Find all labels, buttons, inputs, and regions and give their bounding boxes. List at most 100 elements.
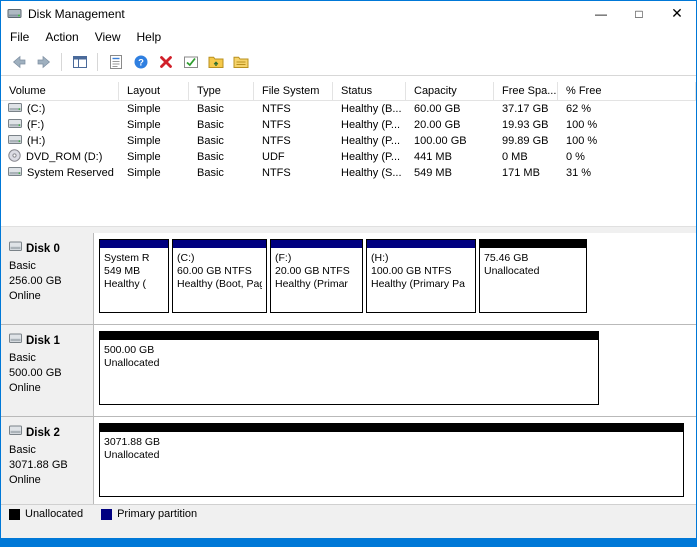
disk-type: Basic <box>9 259 87 274</box>
partition-label: (H:) <box>371 252 471 265</box>
partition-status: Healthy (Primar <box>275 278 358 291</box>
volume-free-space: 37.17 GB <box>494 103 558 115</box>
partition-system-reserved[interactable]: System R 549 MB Healthy ( <box>99 239 169 313</box>
forward-icon[interactable] <box>32 51 55 73</box>
volume-type: Basic <box>189 151 254 163</box>
column-header-status[interactable]: Status <box>333 82 406 100</box>
volume-file-system: UDF <box>254 151 333 163</box>
volume-row-system-reserved[interactable]: System Reserved Simple Basic NTFS Health… <box>1 165 696 181</box>
window-bottom-border <box>1 538 696 546</box>
legend-label: Primary partition <box>117 508 197 520</box>
menu-action[interactable]: Action <box>37 27 86 47</box>
partition-size: 75.46 GB <box>484 252 582 265</box>
volume-type: Basic <box>189 167 254 179</box>
volume-row-h[interactable]: (H:) Simple Basic NTFS Healthy (P... 100… <box>1 133 696 149</box>
disk-size: 256.00 GB <box>9 274 87 289</box>
svg-text:?: ? <box>138 57 144 68</box>
column-header-file-system[interactable]: File System <box>254 82 333 100</box>
partition-status: Unallocated <box>104 449 679 462</box>
minimize-button[interactable]: — <box>582 1 620 26</box>
legend-label: Unallocated <box>25 508 83 520</box>
console-tree-icon[interactable] <box>68 51 91 73</box>
volume-row-f[interactable]: (F:) Simple Basic NTFS Healthy (P... 20.… <box>1 117 696 133</box>
view-icon[interactable] <box>229 51 252 73</box>
disk-2-graph: 3071.88 GB Unallocated <box>94 417 696 504</box>
volume-free-space: 0 MB <box>494 151 558 163</box>
disk-status: Online <box>9 381 87 396</box>
partition-size: 500.00 GB <box>104 344 594 357</box>
disk-0-graph: System R 549 MB Healthy ( (C:) 60.00 GB … <box>94 233 696 324</box>
volume-file-system: NTFS <box>254 103 333 115</box>
volume-pct-free: 100 % <box>558 119 696 131</box>
toolbar-separator <box>61 53 62 71</box>
volume-list-header: Volume Layout Type File System Status Ca… <box>1 82 696 101</box>
column-header-free-space[interactable]: Free Spa... <box>494 82 558 100</box>
partition-band <box>480 240 586 249</box>
close-button[interactable]: ✕ <box>658 1 696 26</box>
drive-icon <box>8 134 22 148</box>
volume-free-space: 19.93 GB <box>494 119 558 131</box>
disk-2-info[interactable]: Disk 2 Basic 3071.88 GB Online <box>1 417 94 504</box>
disk-2-row: Disk 2 Basic 3071.88 GB Online 3071.88 G… <box>1 417 696 504</box>
partition-band <box>100 240 168 249</box>
unallocated-swatch <box>9 509 20 520</box>
column-header-volume[interactable]: Volume <box>1 82 119 100</box>
partition-size: 60.00 GB NTFS <box>177 265 262 278</box>
disk-1-info[interactable]: Disk 1 Basic 500.00 GB Online <box>1 325 94 416</box>
partition-status: Healthy (Primary Pa <box>371 278 471 291</box>
volume-status: Healthy (P... <box>333 135 406 147</box>
volume-row-c[interactable]: (C:) Simple Basic NTFS Healthy (B... 60.… <box>1 101 696 117</box>
column-header-layout[interactable]: Layout <box>119 82 189 100</box>
volume-pct-free: 0 % <box>558 151 696 163</box>
disk-status: Online <box>9 289 87 304</box>
help-icon[interactable]: ? <box>129 51 152 73</box>
disk-icon <box>9 425 22 441</box>
mark-partition-icon[interactable] <box>179 51 202 73</box>
partition-band <box>367 240 475 249</box>
partition-size: 20.00 GB NTFS <box>275 265 358 278</box>
disk-name: Disk 2 <box>26 426 60 441</box>
column-header-type[interactable]: Type <box>189 82 254 100</box>
volume-pct-free: 62 % <box>558 103 696 115</box>
disk-0-info[interactable]: Disk 0 Basic 256.00 GB Online <box>1 233 94 324</box>
volume-capacity: 60.00 GB <box>406 103 494 115</box>
volume-name: (F:) <box>27 119 44 131</box>
partition-unallocated[interactable]: 500.00 GB Unallocated <box>99 331 599 405</box>
delete-volume-icon[interactable] <box>154 51 177 73</box>
menu-file[interactable]: File <box>1 27 37 47</box>
volume-name: (H:) <box>27 135 45 147</box>
volume-capacity: 100.00 GB <box>406 135 494 147</box>
app-icon <box>7 6 22 21</box>
partition-status: Unallocated <box>484 265 582 278</box>
volume-status: Healthy (B... <box>333 103 406 115</box>
disk-name: Disk 0 <box>26 242 60 257</box>
properties-icon[interactable] <box>104 51 127 73</box>
disk-management-window: Disk Management — □ ✕ File Action View H… <box>0 0 697 547</box>
menubar: File Action View Help <box>1 26 696 48</box>
disk-type: Basic <box>9 351 87 366</box>
partition-unallocated[interactable]: 3071.88 GB Unallocated <box>99 423 684 497</box>
disk-type: Basic <box>9 443 87 458</box>
pane-splitter[interactable] <box>1 226 696 233</box>
column-header-pct-free[interactable]: % Free <box>558 82 696 100</box>
partition-status: Unallocated <box>104 357 594 370</box>
explore-icon[interactable] <box>204 51 227 73</box>
maximize-button[interactable]: □ <box>620 1 658 26</box>
volume-row-dvd[interactable]: DVD_ROM (D:) Simple Basic UDF Healthy (P… <box>1 149 696 165</box>
legend-unallocated: Unallocated <box>9 508 83 520</box>
partition-f[interactable]: (F:) 20.00 GB NTFS Healthy (Primar <box>270 239 363 313</box>
volume-capacity: 20.00 GB <box>406 119 494 131</box>
disk-icon <box>9 333 22 349</box>
column-header-capacity[interactable]: Capacity <box>406 82 494 100</box>
partition-c[interactable]: (C:) 60.00 GB NTFS Healthy (Boot, Pag <box>172 239 267 313</box>
volume-type: Basic <box>189 135 254 147</box>
menu-help[interactable]: Help <box>129 27 170 47</box>
partition-band <box>100 332 598 341</box>
menu-view[interactable]: View <box>87 27 129 47</box>
partition-unallocated[interactable]: 75.46 GB Unallocated <box>479 239 587 313</box>
partition-h[interactable]: (H:) 100.00 GB NTFS Healthy (Primary Pa <box>366 239 476 313</box>
volume-status: Healthy (P... <box>333 151 406 163</box>
titlebar: Disk Management — □ ✕ <box>1 1 696 26</box>
disk-icon <box>9 241 22 257</box>
back-icon[interactable] <box>7 51 30 73</box>
